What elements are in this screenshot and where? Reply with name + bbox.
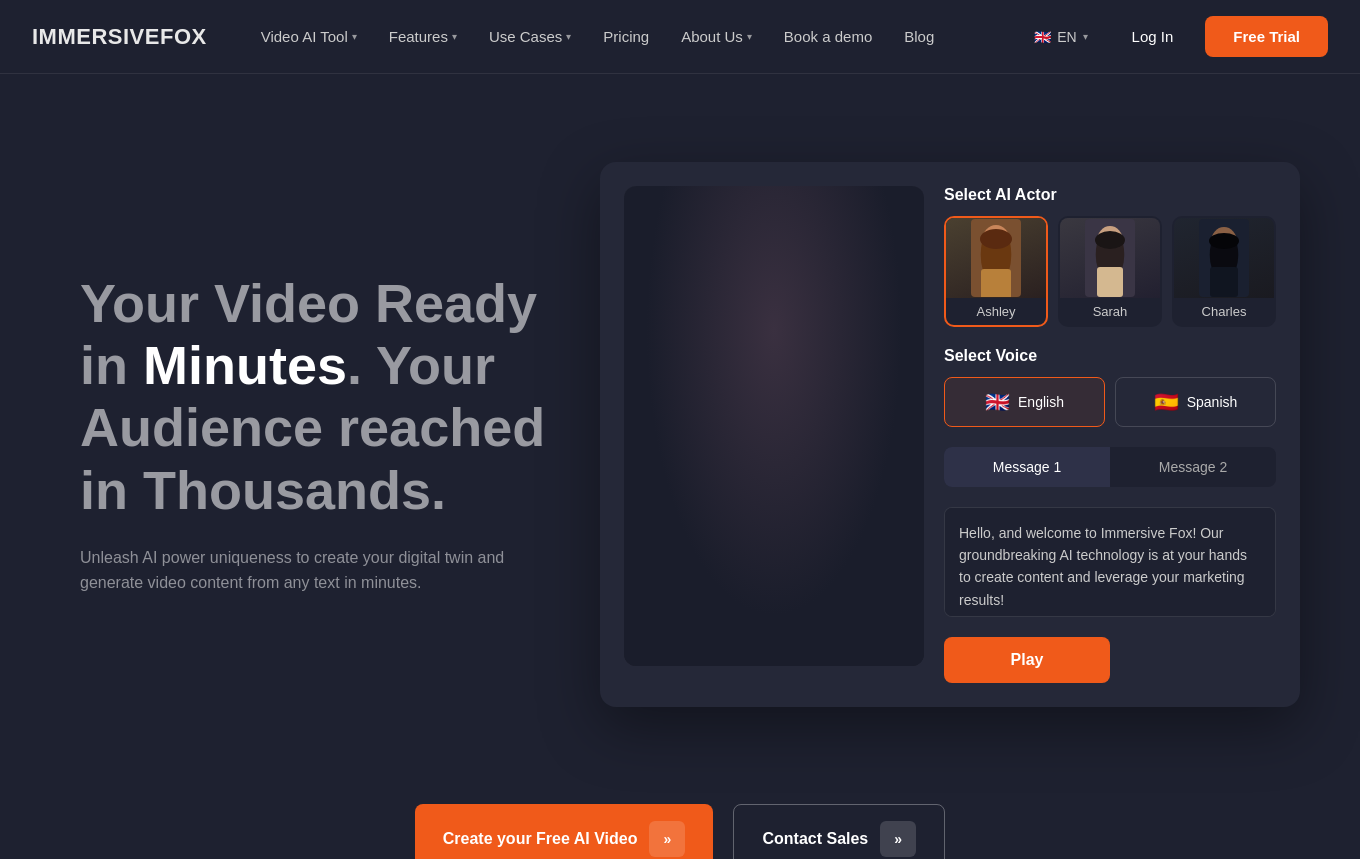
actor-thumb-charles (1174, 218, 1274, 298)
svg-rect-24 (1210, 267, 1238, 297)
svg-point-21 (1095, 231, 1125, 249)
nav-links: Video AI Tool ▾ Features ▾ Use Cases ▾ P… (247, 20, 1022, 53)
actor-card-sarah[interactable]: Sarah (1058, 216, 1162, 327)
nav-item-use-cases[interactable]: Use Cases ▾ (475, 20, 585, 53)
chevron-down-icon: ▾ (352, 31, 357, 42)
hero-left: Your Video Ready in Minutes. Your Audien… (80, 272, 600, 596)
hero-right: Select AI Actor (600, 162, 1300, 707)
message-section: Message 1 Message 2 (944, 447, 1276, 487)
select-actor-title: Select AI Actor (944, 186, 1276, 204)
controls-panel: Select AI Actor (944, 186, 1276, 683)
create-free-video-button[interactable]: Create your Free AI Video » (415, 804, 714, 859)
svg-rect-16 (981, 269, 1011, 297)
voice-grid: 🇬🇧 English 🇪🇸 Spanish (944, 377, 1276, 427)
login-button[interactable]: Log In (1112, 20, 1194, 53)
logo-fox: FOX (160, 24, 207, 49)
actor-name-charles: Charles (1174, 298, 1274, 325)
flag-uk-icon: 🇬🇧 (985, 390, 1010, 414)
flag-spain-icon: 🇪🇸 (1154, 390, 1179, 414)
arrows-icon: » (649, 821, 685, 857)
chevron-down-icon: ▾ (566, 31, 571, 42)
play-button[interactable]: Play (944, 637, 1110, 683)
message-tab-2[interactable]: Message 2 (1110, 447, 1276, 487)
chevron-down-icon: ▾ (452, 31, 457, 42)
flag-uk-icon: 🇬🇧 (1034, 29, 1051, 45)
nav-item-blog[interactable]: Blog (890, 20, 948, 53)
arrows-icon: » (880, 821, 916, 857)
actor-selector-section: Select AI Actor (944, 186, 1276, 327)
svg-point-17 (980, 229, 1012, 249)
cta-section: Create your Free AI Video » Contact Sale… (0, 774, 1360, 859)
nav-item-book-demo[interactable]: Book a demo (770, 20, 886, 53)
demo-card: Select AI Actor (600, 162, 1300, 707)
actor-name-sarah: Sarah (1060, 298, 1160, 325)
contact-sales-button[interactable]: Contact Sales » (733, 804, 945, 859)
nav-item-features[interactable]: Features ▾ (375, 20, 471, 53)
message-tabs: Message 1 Message 2 (944, 447, 1276, 487)
actor-thumb-ashley (946, 218, 1046, 298)
select-voice-title: Select Voice (944, 347, 1276, 365)
message-textarea[interactable]: Hello, and welcome to Immersive Fox! Our… (944, 507, 1276, 617)
nav-right: 🇬🇧 EN ▾ Log In Free Trial (1022, 16, 1328, 57)
voice-spanish-button[interactable]: 🇪🇸 Spanish (1115, 377, 1276, 427)
voice-selector-section: Select Voice 🇬🇧 English 🇪🇸 Spanish (944, 347, 1276, 427)
actor-grid: Ashley (944, 216, 1276, 327)
chevron-down-icon: ▾ (1083, 31, 1088, 42)
nav-item-video-ai-tool[interactable]: Video AI Tool ▾ (247, 20, 371, 53)
actor-video-preview (624, 186, 924, 666)
language-selector[interactable]: 🇬🇧 EN ▾ (1022, 21, 1099, 53)
hero-title: Your Video Ready in Minutes. Your Audien… (80, 272, 560, 520)
navbar: IMMERSIVEFOX Video AI Tool ▾ Features ▾ … (0, 0, 1360, 74)
hero-section: Your Video Ready in Minutes. Your Audien… (0, 74, 1360, 774)
free-trial-button[interactable]: Free Trial (1205, 16, 1328, 57)
svg-rect-20 (1097, 267, 1123, 297)
actor-card-ashley[interactable]: Ashley (944, 216, 1048, 327)
message-tab-1[interactable]: Message 1 (944, 447, 1110, 487)
chevron-down-icon: ▾ (747, 31, 752, 42)
actor-card-charles[interactable]: Charles (1172, 216, 1276, 327)
logo-immersive: IMMERSIVE (32, 24, 160, 49)
logo[interactable]: IMMERSIVEFOX (32, 24, 207, 50)
hero-subtitle: Unleash AI power uniqueness to create yo… (80, 545, 520, 596)
svg-point-25 (1209, 233, 1239, 249)
actor-name-ashley: Ashley (946, 298, 1046, 325)
voice-english-button[interactable]: 🇬🇧 English (944, 377, 1105, 427)
nav-item-about-us[interactable]: About Us ▾ (667, 20, 766, 53)
nav-item-pricing[interactable]: Pricing (589, 20, 663, 53)
actor-thumb-sarah (1060, 218, 1160, 298)
